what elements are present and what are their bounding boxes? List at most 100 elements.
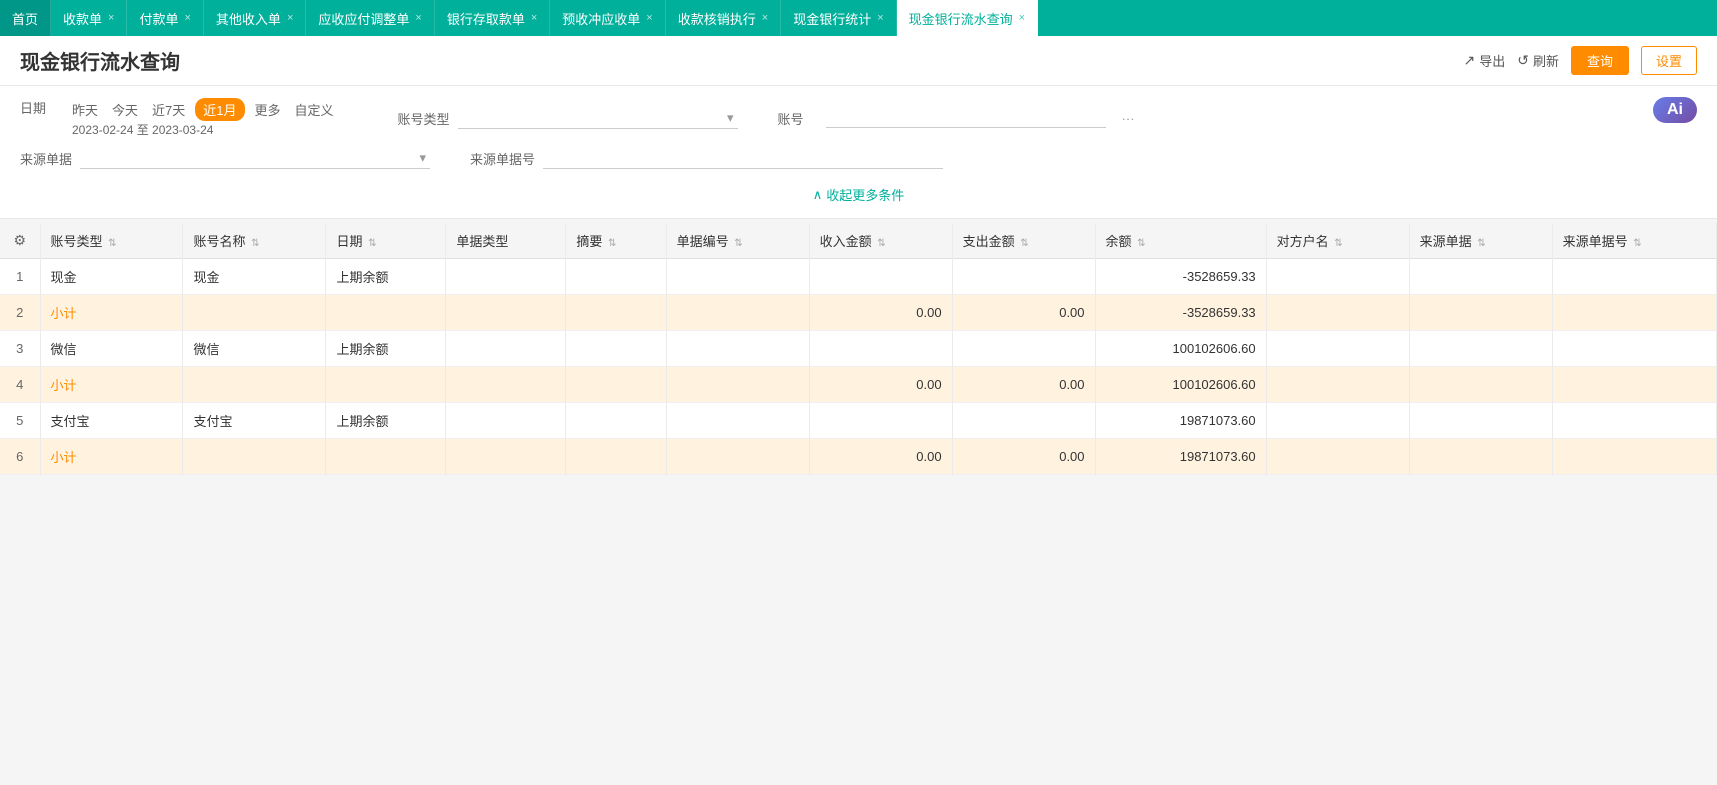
close-icon[interactable]: × [287,12,293,24]
date-filter: 日期 昨天 今天 近7天 近1月 更多 自定义 2023-02-24 至 202… [20,98,338,138]
table-cell [326,295,446,331]
table-cell: 微信 [40,331,183,367]
nav-tab-0[interactable]: 收款单 × [51,0,127,36]
nav-home[interactable]: 首页 [0,0,51,36]
table-cell: 100102606.60 [1095,367,1266,403]
refresh-icon: ↺ [1517,52,1529,69]
close-icon[interactable]: × [877,12,883,24]
table-cell [1266,295,1409,331]
account-input[interactable] [826,108,1106,128]
col-income[interactable]: 收入金额 ⇅ [809,223,952,259]
table-cell [809,403,952,439]
close-icon[interactable]: × [646,12,652,24]
col-gear[interactable]: ⚙ [0,223,40,259]
table-cell [566,367,666,403]
col-account-name[interactable]: 账号名称 ⇅ [183,223,326,259]
table-cell: 19871073.60 [1095,403,1266,439]
chevron-up-icon: ∧ [813,187,823,203]
col-summary[interactable]: 摘要 ⇅ [566,223,666,259]
close-icon[interactable]: × [762,12,768,24]
account-type-select[interactable]: ▾ [458,108,738,129]
close-icon[interactable]: × [1019,12,1025,24]
table-row: 1现金现金上期余额-3528659.33 [0,259,1717,295]
table-cell [1266,331,1409,367]
col-account-type[interactable]: 账号类型 ⇅ [40,223,183,259]
table-cell: 支付宝 [40,403,183,439]
table-cell: -3528659.33 [1095,295,1266,331]
nav-tab-7[interactable]: 现金银行统计 × [781,0,896,36]
table-cell: 小计 [40,367,183,403]
col-source-doc[interactable]: 来源单据 ⇅ [1409,223,1552,259]
export-button[interactable]: ↗ 导出 [1463,51,1505,70]
nav-tab-1[interactable]: 付款单 × [127,0,203,36]
nav-tab-3[interactable]: 应收应付调整单 × [306,0,434,36]
nav-tab-8[interactable]: 现金银行流水查询 × [897,0,1038,36]
col-date[interactable]: 日期 ⇅ [326,223,446,259]
table-cell [1552,295,1716,331]
nav-tab-2[interactable]: 其他收入单 × [204,0,306,36]
top-nav: 首页 收款单 × 付款单 × 其他收入单 × 应收应付调整单 × 银行存取款单 … [0,0,1717,36]
date-opt-7days[interactable]: 近7天 [148,98,189,121]
source-doc-select[interactable]: ▾ [80,148,430,169]
refresh-button[interactable]: ↺ 刷新 [1517,51,1559,70]
date-opt-more[interactable]: 更多 [251,98,285,121]
table-row: 3微信微信上期余额100102606.60 [0,331,1717,367]
table-cell: 微信 [183,331,326,367]
ai-badge[interactable]: Ai [1653,97,1697,123]
table-cell: 2 [0,295,40,331]
query-button[interactable]: 查询 [1571,46,1629,75]
table-cell: 100102606.60 [1095,331,1266,367]
table-cell [666,295,809,331]
table-cell [809,331,952,367]
table-cell [1266,439,1409,475]
col-counterparty[interactable]: 对方户名 ⇅ [1266,223,1409,259]
col-expense[interactable]: 支出金额 ⇅ [952,223,1095,259]
table-cell [1552,403,1716,439]
sort-icon: ⇅ [1334,238,1342,249]
table-cell: 上期余额 [326,331,446,367]
col-source-doc-no[interactable]: 来源单据号 ⇅ [1552,223,1716,259]
table-cell [183,367,326,403]
table-cell: 5 [0,403,40,439]
filter-area: 日期 昨天 今天 近7天 近1月 更多 自定义 2023-02-24 至 202… [0,86,1717,219]
col-doc-type[interactable]: 单据类型 [446,223,566,259]
col-balance[interactable]: 余额 ⇅ [1095,223,1266,259]
collapse-bar[interactable]: ∧ 收起更多条件 [20,179,1697,206]
sort-icon: ⇅ [734,238,742,249]
table-cell [446,259,566,295]
close-icon[interactable]: × [415,12,421,24]
date-opt-custom[interactable]: 自定义 [291,98,338,121]
date-options: 昨天 今天 近7天 近1月 更多 自定义 [68,98,338,121]
table-cell [1409,259,1552,295]
close-icon[interactable]: × [184,12,190,24]
source-doc-no-input[interactable] [543,149,943,169]
table-cell: -3528659.33 [1095,259,1266,295]
date-opt-1month[interactable]: 近1月 [195,98,244,121]
table-cell: 3 [0,331,40,367]
table-cell: 4 [0,367,40,403]
nav-tab-4[interactable]: 银行存取款单 × [435,0,550,36]
data-table: ⚙ 账号类型 ⇅ 账号名称 ⇅ 日期 ⇅ 单据类型 摘要 ⇅ 单据编号 ⇅ 收入… [0,223,1717,475]
close-icon[interactable]: × [108,12,114,24]
table-cell [952,331,1095,367]
table-cell [183,439,326,475]
table-cell: 0.00 [809,295,952,331]
settings-button[interactable]: 设置 [1641,46,1697,75]
sort-icon: ⇅ [1477,238,1485,249]
table-cell [666,439,809,475]
sort-icon: ⇅ [608,238,616,249]
table-cell [1552,367,1716,403]
chevron-down-icon: ▾ [419,150,426,166]
nav-tab-5[interactable]: 预收冲应收单 × [550,0,665,36]
close-icon[interactable]: × [531,12,537,24]
col-doc-no[interactable]: 单据编号 ⇅ [666,223,809,259]
more-options-icon[interactable]: ··· [1122,111,1135,126]
nav-tab-6[interactable]: 收款核销执行 × [666,0,781,36]
date-opt-yesterday[interactable]: 昨天 [68,98,102,121]
source-doc-filter: 来源单据 ▾ [20,148,430,169]
table-cell [446,367,566,403]
date-opt-today[interactable]: 今天 [108,98,142,121]
source-doc-no-filter: 来源单据号 [470,149,943,169]
table-cell [326,367,446,403]
sort-icon: ⇅ [877,238,885,249]
